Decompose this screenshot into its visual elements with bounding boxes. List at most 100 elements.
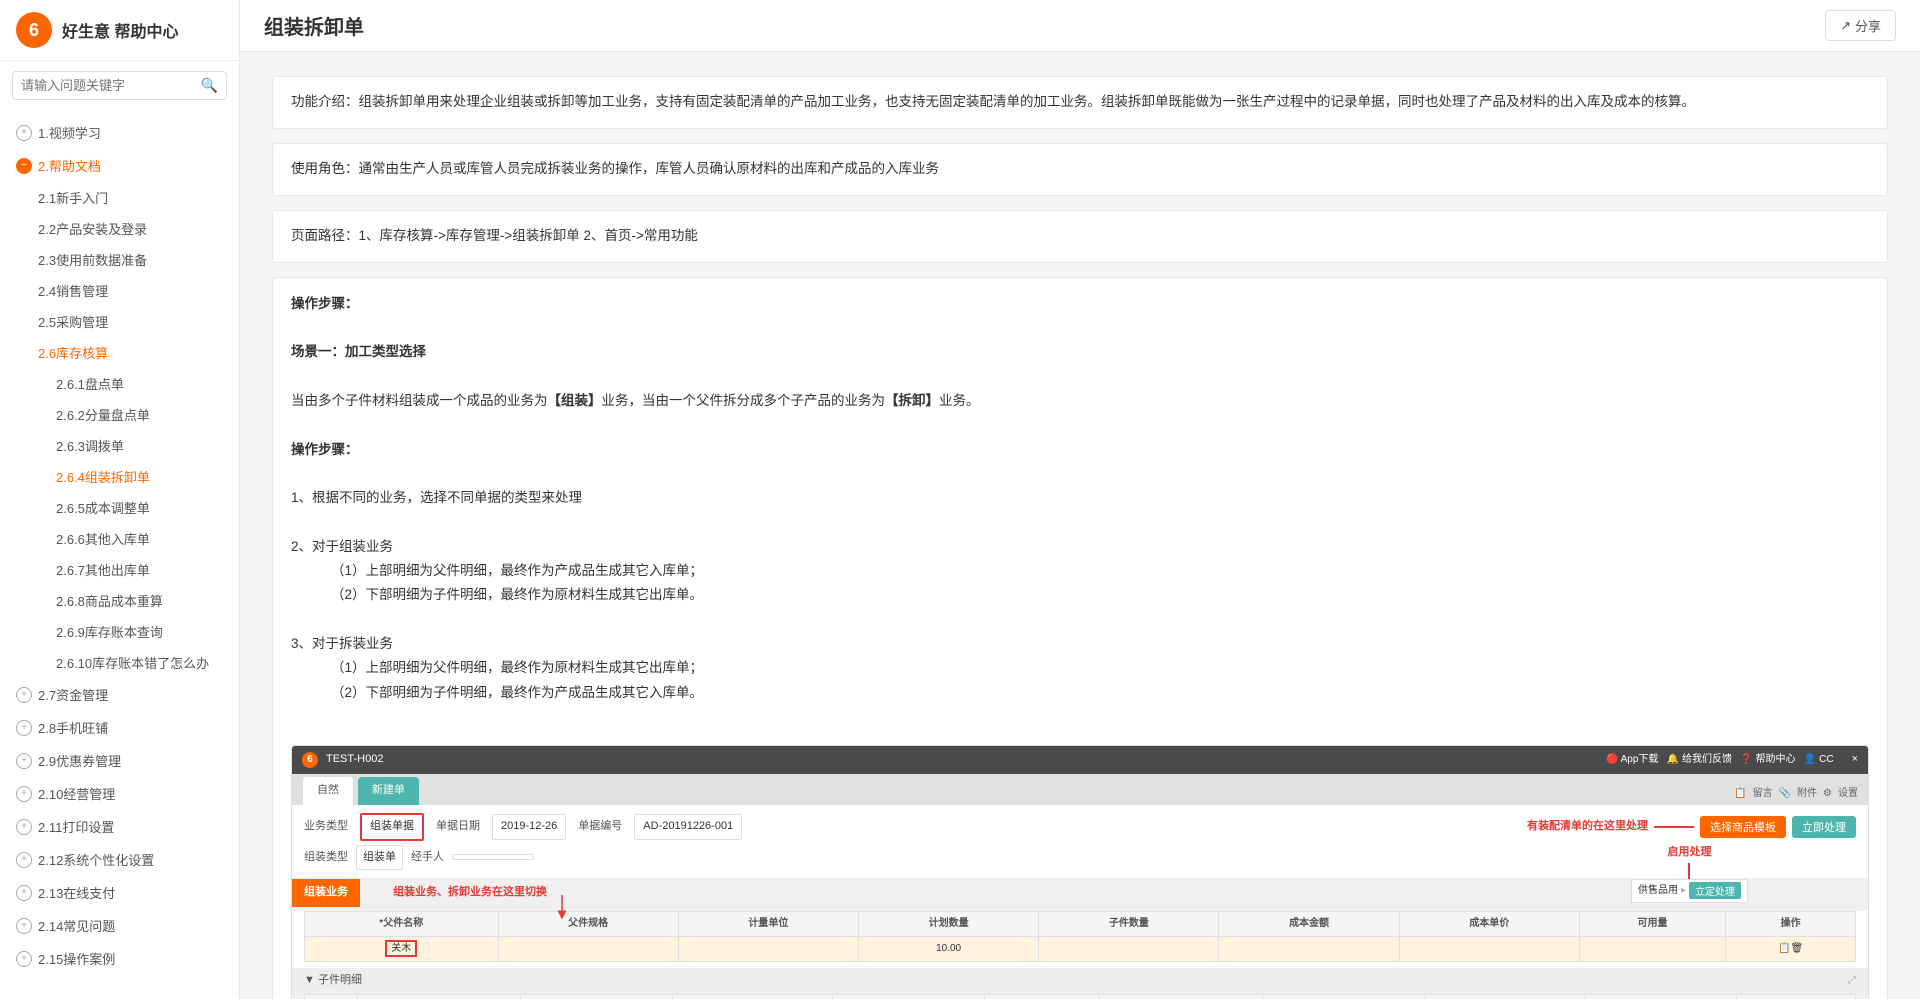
step2-1: （1）上部明细为父件明细，最终作为产成品生成其它入库单； <box>331 559 1869 583</box>
sidebar-item-partial-stocktake[interactable]: 2.6.2分量盘点单 <box>0 399 239 430</box>
sidebar-item-stock-ledger[interactable]: 2.6.9库存账本查询 <box>0 616 239 647</box>
tab-natural[interactable]: 自然 <box>302 776 354 805</box>
sidebar-item-purchase[interactable]: 2.5采购管理 <box>0 306 239 337</box>
bottom-section-wrapper: ▼ 子件明细 ⤢ 无固定清单可组任意商品在这里录入 <box>292 968 1868 999</box>
tab-new-order[interactable]: 新建单 <box>358 777 419 805</box>
sidebar-item-label: 2.10经营管理 <box>38 784 115 803</box>
col-sub-batch-stock: *批次库存 <box>1262 994 1425 999</box>
annotation2-text: 组装业务、拆卸业务在这里切换 <box>393 883 547 903</box>
sidebar-item-label: 2.6.4组装拆卸单 <box>56 467 150 486</box>
col-cost-price: 成本单价 <box>1399 912 1579 937</box>
window-title: TEST-H002 <box>326 750 383 770</box>
top-table-area: *父件名称 父件规格 计量单位 计划数量 子件数量 成本金额 成本单价 可用量 … <box>292 911 1868 968</box>
sidebar-item-video-learning[interactable]: + 1.视频学习 <box>0 116 239 149</box>
sidebar-item-label: 2.6.8商品成本重算 <box>56 591 163 610</box>
section-wrapper: 组装业务 组装业务、拆卸业务在这里切换 <box>292 879 1868 907</box>
sidebar-item-other-out[interactable]: 2.6.7其他出库单 <box>0 554 239 585</box>
sidebar-item-coupon[interactable]: + 2.9优惠券管理 <box>0 744 239 777</box>
col-sub-bom: *BOM <box>984 994 1099 999</box>
sidebar-item-inventory[interactable]: 2.6库存核算 <box>0 337 239 368</box>
expand-icon-biz: + <box>16 786 32 802</box>
col-available: 可用量 <box>1579 912 1725 937</box>
sidebar-item-payment[interactable]: + 2.13在线支付 <box>0 876 239 909</box>
sidebar-item-customize[interactable]: + 2.12系统个性化设置 <box>0 843 239 876</box>
sidebar-item-label: 2.6.10库存账本错了怎么办 <box>56 653 209 672</box>
sidebar-item-data-prep[interactable]: 2.3使用前数据准备 <box>0 244 239 275</box>
step3-1: （1）上部明细为父件明细，最终作为原材料生成其它出库单； <box>331 656 1869 680</box>
bottom-table: # *子件名称 规格型号 规格/型号 计划数量 *BOM *辅助单位 *批次库存… <box>304 994 1856 999</box>
main-panel: 组装拆卸单 ↗ 分享 功能介绍：组装拆卸单用来处理企业组装或拆卸等加工业务，支持… <box>240 0 1920 999</box>
app-title: 好生意 帮助中心 <box>62 18 178 42</box>
ops-steps-title: 操作步骤： <box>291 438 1869 462</box>
collapse-icon: − <box>16 158 32 174</box>
col-cost-amt: 成本金额 <box>1219 912 1399 937</box>
sidebar-item-label: 2.6.2分量盘点单 <box>56 405 150 424</box>
sidebar-item-help-docs[interactable]: − 2.帮助文档 <box>0 149 239 182</box>
annotation1-line <box>1654 826 1694 828</box>
page-title: 组装拆卸单 <box>264 11 364 40</box>
sidebar-item-cost-adjust[interactable]: 2.6.5成本调整单 <box>0 492 239 523</box>
sidebar-item-label: 2.5采购管理 <box>38 312 108 331</box>
nav-tree: + 1.视频学习 − 2.帮助文档 2.1新手入门 2.2产品安装及登录 2.3… <box>0 110 239 999</box>
sidebar-item-transfer[interactable]: 2.6.3调拨单 <box>0 430 239 461</box>
col-sub-qty: 子件数量 <box>1039 912 1219 937</box>
person-label: 经手人 <box>411 848 444 868</box>
sidebar-item-mobile[interactable]: + 2.8手机旺铺 <box>0 711 239 744</box>
ops-title: 操作步骤： <box>291 292 1869 316</box>
expand-icon-customize: + <box>16 852 32 868</box>
sidebar-item-ledger-fix[interactable]: 2.6.10库存账本错了怎么办 <box>0 647 239 678</box>
col-sub-plan-qty: 计划数量 <box>832 994 984 999</box>
sidebar-item-label: 2.9优惠券管理 <box>38 751 121 770</box>
sidebar-item-stocktake[interactable]: 2.6.1盘点单 <box>0 368 239 399</box>
annotation3-text: 启用处理 <box>1667 843 1711 863</box>
annotation3-line <box>1688 863 1690 879</box>
sidebar-item-label: 2.2产品安装及登录 <box>38 219 147 238</box>
search-input[interactable] <box>21 78 201 93</box>
sidebar-item-label: 2.6.7其他出库单 <box>56 560 150 579</box>
form-row2: 组装类型 组装单 经手人 启用处理 供售品用 ▸ <box>304 845 1856 871</box>
sidebar-header: 6 好生意 帮助中心 <box>0 0 239 61</box>
col-parent-name: *父件名称 <box>305 912 499 937</box>
sidebar-item-label: 2.6.1盘点单 <box>56 374 124 393</box>
sidebar-item-sales[interactable]: 2.4销售管理 <box>0 275 239 306</box>
share-button[interactable]: ↗ 分享 <box>1825 10 1896 41</box>
sidebar-item-label: 2.1新手入门 <box>38 188 108 207</box>
annotation1-area: 有装配清单的在这里处理 选择商品模板 立即处理 <box>1527 816 1856 838</box>
sidebar-item-assembly[interactable]: 2.6.4组装拆卸单 <box>0 461 239 492</box>
path-block: 页面路径：1、库存核算->库存管理->组装拆卸单 2、首页->常用功能 <box>272 210 1888 263</box>
col-op: 操作 <box>1726 912 1856 937</box>
col-sub-op2: 数量M <box>1737 994 1856 999</box>
num-label: 单据编号 <box>578 817 622 837</box>
sidebar-item-label: 2.14常见问题 <box>38 916 115 935</box>
sidebar-item-print[interactable]: + 2.11打印设置 <box>0 810 239 843</box>
expand-icon-finance: + <box>16 687 32 703</box>
sidebar-item-beginner[interactable]: 2.1新手入门 <box>0 182 239 213</box>
expand-icon: + <box>16 125 32 141</box>
form-row: 业务类型 组装单据 单据日期 2019-12-26 单据编号 AD-201912… <box>304 813 1856 841</box>
step3: 3、对于拆装业务 <box>291 632 1869 656</box>
type-value[interactable]: 组装单据 <box>360 813 424 841</box>
sidebar-item-label: 2.11打印设置 <box>38 817 114 836</box>
sidebar-item-cost-recalc[interactable]: 2.6.8商品成本重算 <box>0 585 239 616</box>
expand-table-btn[interactable]: ⤢ <box>1848 972 1856 990</box>
sidebar-item-label: 2.6.5成本调整单 <box>56 498 150 517</box>
btn-confirm[interactable]: 立即处理 <box>1792 816 1856 838</box>
search-button[interactable]: 🔍 <box>201 77 218 94</box>
sidebar-item-label: 2.6.3调拨单 <box>56 436 124 455</box>
sidebar-item-finance[interactable]: + 2.7资金管理 <box>0 678 239 711</box>
expand-icon-print: + <box>16 819 32 835</box>
expand-icon-coupon: + <box>16 753 32 769</box>
col-sub-num: # <box>305 994 358 999</box>
search-box[interactable]: 🔍 <box>12 71 227 100</box>
sidebar-item-biz-mgmt[interactable]: + 2.10经营管理 <box>0 777 239 810</box>
col-sub-stock-qty: 库存数量 <box>1585 994 1737 999</box>
sidebar-item-faq[interactable]: + 2.14常见问题 <box>0 909 239 942</box>
col-unit: 计量单位 <box>678 912 858 937</box>
sidebar-item-other-in[interactable]: 2.6.6其他入库单 <box>0 523 239 554</box>
role-block: 使用角色：通常由生产人员或库管人员完成拆装业务的操作，库管人员确认原材料的出库和… <box>272 143 1888 196</box>
btn-select-template[interactable]: 选择商品模板 <box>1700 816 1786 838</box>
expand-icon-mobile: + <box>16 720 32 736</box>
sidebar-item-cases[interactable]: + 2.15操作案例 <box>0 942 239 975</box>
share-label: 分享 <box>1855 16 1881 35</box>
sidebar-item-install[interactable]: 2.2产品安装及登录 <box>0 213 239 244</box>
